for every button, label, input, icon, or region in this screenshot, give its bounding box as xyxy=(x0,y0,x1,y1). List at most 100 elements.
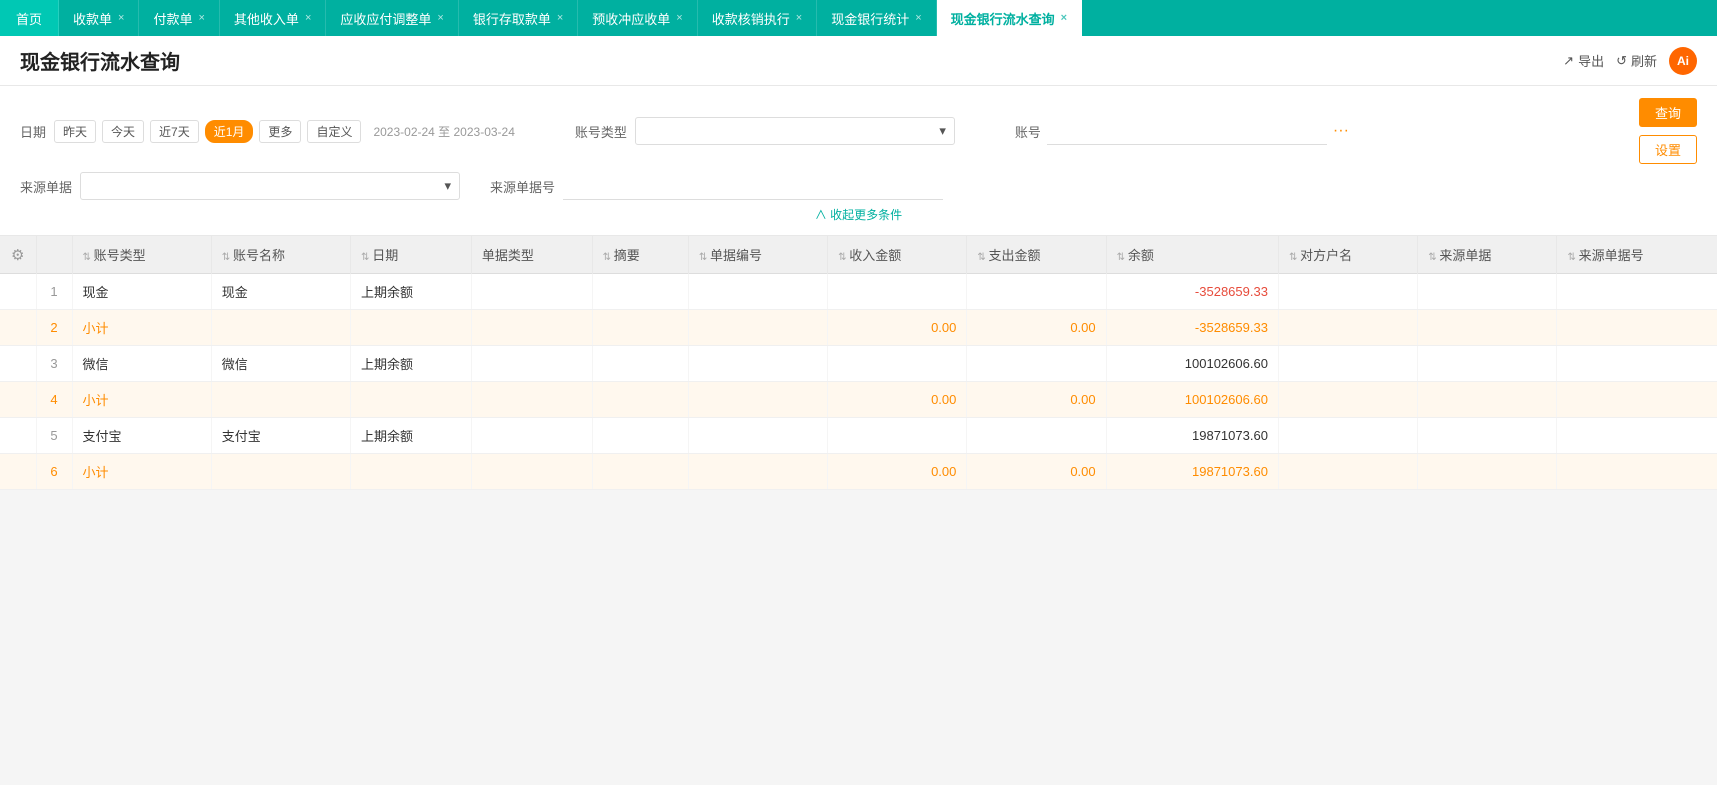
row-index: 5 xyxy=(36,418,72,454)
col-doc-type: 单据类型 xyxy=(471,236,592,274)
date-btn-more[interactable]: 更多 xyxy=(259,120,301,143)
filter-area: 日期 昨天 今天 近7天 近1月 更多 自定义 2023-02-24 至 202… xyxy=(0,86,1717,236)
cell-doc-no xyxy=(688,382,827,418)
row-expand xyxy=(0,310,36,346)
close-icon[interactable]: × xyxy=(676,12,682,24)
column-settings-icon[interactable]: ⚙ xyxy=(11,247,24,264)
cell-source-doc xyxy=(1418,382,1557,418)
date-btn-1month[interactable]: 近1月 xyxy=(205,120,254,143)
row-index: 3 xyxy=(36,346,72,382)
cell-balance: 100102606.60 xyxy=(1106,382,1278,418)
col-doc-no[interactable]: 单据编号 xyxy=(688,236,827,274)
cell-source-doc-no xyxy=(1557,310,1717,346)
date-btn-today[interactable]: 今天 xyxy=(102,120,144,143)
cell-counterpart xyxy=(1278,382,1417,418)
nav-tab-payments[interactable]: 付款单 × xyxy=(139,0,219,36)
source-doc-no-input[interactable] xyxy=(563,172,943,200)
col-index xyxy=(36,236,72,274)
cell-date xyxy=(351,382,472,418)
col-income[interactable]: 收入金额 xyxy=(828,236,967,274)
cell-date: 上期余额 xyxy=(351,274,472,310)
close-icon[interactable]: × xyxy=(437,12,443,24)
col-expense[interactable]: 支出金额 xyxy=(967,236,1106,274)
cell-expense: 0.00 xyxy=(967,454,1106,490)
col-balance[interactable]: 余额 xyxy=(1106,236,1278,274)
nav-tab-bank-deposit[interactable]: 银行存取款单 × xyxy=(459,0,578,36)
cell-source-doc xyxy=(1418,454,1557,490)
page-title: 现金银行流水查询 xyxy=(20,46,180,75)
collapse-filters-button[interactable]: ∧ 收起更多条件 xyxy=(20,200,1697,225)
date-btn-yesterday[interactable]: 昨天 xyxy=(54,120,96,143)
cell-summary xyxy=(592,382,688,418)
cell-doc-no xyxy=(688,346,827,382)
nav-tab-receipt-exec[interactable]: 收款核销执行 × xyxy=(698,0,817,36)
account-ellipsis-button[interactable]: ··· xyxy=(1333,122,1349,140)
close-icon[interactable]: × xyxy=(305,12,311,24)
close-icon[interactable]: × xyxy=(118,12,124,24)
cell-account-name: 支付宝 xyxy=(211,418,350,454)
cell-date xyxy=(351,454,472,490)
account-input[interactable] xyxy=(1047,117,1327,145)
col-counterpart[interactable]: 对方户名 xyxy=(1278,236,1417,274)
col-date[interactable]: 日期 xyxy=(351,236,472,274)
account-type-select[interactable]: ▾ xyxy=(635,117,955,145)
close-icon[interactable]: × xyxy=(198,12,204,24)
col-account-name[interactable]: 账号名称 xyxy=(211,236,350,274)
export-button[interactable]: ↗ 导出 xyxy=(1563,51,1604,70)
nav-tab-cash-bank-stat[interactable]: 现金银行统计 × xyxy=(817,0,936,36)
close-icon[interactable]: × xyxy=(1061,12,1067,24)
settings-button[interactable]: 设置 xyxy=(1639,135,1697,164)
date-btn-custom[interactable]: 自定义 xyxy=(307,120,361,143)
date-shortcuts: 昨天 今天 近7天 近1月 更多 自定义 xyxy=(54,120,361,143)
col-account-type[interactable]: 账号类型 xyxy=(72,236,211,274)
cell-income: 0.00 xyxy=(828,454,967,490)
cell-account-name xyxy=(211,454,350,490)
export-icon: ↗ xyxy=(1563,53,1574,69)
cell-income: 0.00 xyxy=(828,382,967,418)
refresh-button[interactable]: ↺ 刷新 xyxy=(1616,51,1657,70)
close-icon[interactable]: × xyxy=(915,12,921,24)
cell-account-type: 微信 xyxy=(72,346,211,382)
cell-counterpart xyxy=(1278,454,1417,490)
cell-expense xyxy=(967,274,1106,310)
nav-home[interactable]: 首页 xyxy=(0,0,59,36)
table-header-row: ⚙ 账号类型 账号名称 日期 单据类型 摘要 单据编号 收入金额 支出金额 余额… xyxy=(0,236,1717,274)
date-btn-7days[interactable]: 近7天 xyxy=(150,120,199,143)
ai-button[interactable]: Ai xyxy=(1669,47,1697,75)
nav-tab-cash-bank-flow[interactable]: 现金银行流水查询 × xyxy=(937,0,1082,36)
filter-row-source: 来源单据 ▾ 来源单据号 xyxy=(20,172,1697,200)
col-source-doc[interactable]: 来源单据 xyxy=(1418,236,1557,274)
date-label: 日期 xyxy=(20,122,46,141)
cell-summary xyxy=(592,274,688,310)
table-row: 5 支付宝 支付宝 上期余额 19871073.60 xyxy=(0,418,1717,454)
table-row: 1 现金 现金 上期余额 -3528659.33 xyxy=(0,274,1717,310)
cell-source-doc-no xyxy=(1557,346,1717,382)
row-index: 2 xyxy=(36,310,72,346)
nav-tab-other-income[interactable]: 其他收入单 × xyxy=(220,0,326,36)
col-summary[interactable]: 摘要 xyxy=(592,236,688,274)
col-settings[interactable]: ⚙ xyxy=(0,236,36,274)
close-icon[interactable]: × xyxy=(796,12,802,24)
cell-expense: 0.00 xyxy=(967,310,1106,346)
cell-source-doc xyxy=(1418,274,1557,310)
source-doc-select[interactable]: ▾ xyxy=(80,172,460,200)
nav-tab-prepay-offset[interactable]: 预收冲应收单 × xyxy=(578,0,697,36)
source-doc-no-label: 来源单据号 xyxy=(490,177,555,196)
nav-tab-ar-ap-adjust[interactable]: 应收应付调整单 × xyxy=(326,0,458,36)
row-expand xyxy=(0,346,36,382)
query-button[interactable]: 查询 xyxy=(1639,98,1697,127)
filter-row-date: 日期 昨天 今天 近7天 近1月 更多 自定义 2023-02-24 至 202… xyxy=(20,98,1697,164)
cell-date: 上期余额 xyxy=(351,346,472,382)
close-icon[interactable]: × xyxy=(557,12,563,24)
source-doc-label: 来源单据 xyxy=(20,177,72,196)
cell-source-doc-no xyxy=(1557,454,1717,490)
table-row: 3 微信 微信 上期余额 100102606.60 xyxy=(0,346,1717,382)
cell-summary xyxy=(592,418,688,454)
cell-doc-type xyxy=(471,274,592,310)
nav-tab-receipts[interactable]: 收款单 × xyxy=(59,0,139,36)
collapse-icon: ∧ xyxy=(815,208,830,222)
account-type-label: 账号类型 xyxy=(575,122,627,141)
col-source-doc-no[interactable]: 来源单据号 xyxy=(1557,236,1717,274)
cell-account-type: 小计 xyxy=(72,310,211,346)
table-row: 4 小计 0.00 0.00 100102606.60 xyxy=(0,382,1717,418)
